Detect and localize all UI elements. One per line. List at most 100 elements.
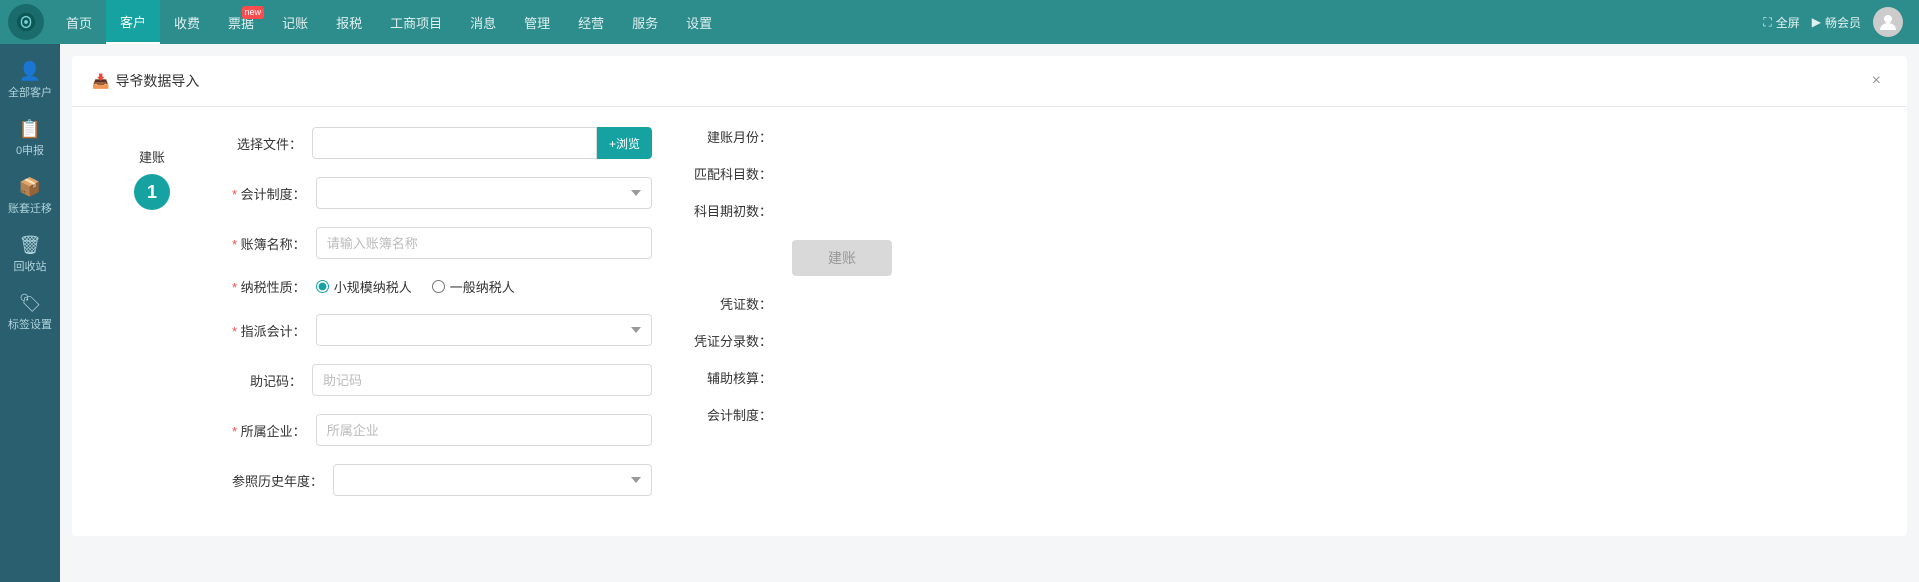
ledger-name-input[interactable] [316,227,652,259]
tax-type-small-text: 小规模纳税人 [334,277,412,296]
sidebar-icon: 👤 [19,62,41,80]
voucher-count-row: 凭证数： [692,294,992,313]
file-label: 选择文件： [232,134,312,153]
sidebar-label: 全部客户 [8,84,52,100]
nav-logo[interactable] [8,4,44,40]
sidebar-label: 标签设置 [8,316,52,332]
nav-item-票据[interactable]: 票据new [214,0,268,44]
fullscreen-label: 全屏 [1776,14,1800,31]
right-accounting-system-row: 会计制度： [692,405,992,424]
company-label: 所属企业： [232,421,316,440]
tax-type-general-label[interactable]: 一般纳税人 [432,277,515,296]
memo-code-input[interactable] [312,364,652,396]
file-row: 选择文件： +浏览 [232,127,652,159]
step-circle: 1 [134,174,170,210]
nav-item-设置[interactable]: 设置 [672,0,726,44]
panel-title-icon: 📥 [92,73,109,90]
tax-type-label: 纳税性质： [232,277,316,296]
nav-item-收费[interactable]: 收费 [160,0,214,44]
build-btn-container: 建账 [692,240,992,276]
top-nav: 首页客户收费票据new记账报税工商项目消息管理经营服务设置 ⛶ 全屏 ▶ 畅会员 [0,0,1919,44]
form-left: 选择文件： +浏览 会计制度： [232,127,652,514]
panel-title-text: 导爷数据导入 [115,71,199,91]
user-avatar[interactable] [1873,7,1903,37]
form-right: 建账月份： 匹配科目数： 科目期初数： 建账 [692,127,992,514]
accountant-row: 指派会计： [232,314,652,346]
aux-accounting-label: 辅助核算： [692,368,782,387]
build-month-label: 建账月份： [692,127,782,146]
fullscreen-btn[interactable]: ⛶ 全屏 [1763,14,1799,31]
accountant-select[interactable] [316,314,652,346]
step-label: 建账 [139,147,165,166]
tax-type-general-text: 一般纳税人 [450,277,515,296]
company-input[interactable] [316,414,652,446]
initial-subjects-label: 科目期初数： [692,201,782,220]
file-input[interactable] [312,127,597,159]
tax-type-small-radio[interactable] [316,280,329,293]
vip-icon: ▶ [1812,15,1821,29]
accountant-label: 指派会计： [232,321,316,340]
nav-item-管理[interactable]: 管理 [510,0,564,44]
memo-code-row: 助记码： [232,364,652,396]
form-area: 建账 1 选择文件： +浏览 会计制度： [72,107,1907,534]
tax-type-radio-group: 小规模纳税人 一般纳税人 [316,277,515,296]
nav-right: ⛶ 全屏 ▶ 畅会员 [1763,7,1919,37]
nav-item-经营[interactable]: 经营 [564,0,618,44]
nav-item-记账[interactable]: 记账 [268,0,322,44]
accounting-system-select[interactable] [316,177,652,209]
accounting-system-label: 会计制度： [232,184,316,203]
browse-btn[interactable]: +浏览 [597,127,652,159]
vip-label: 畅会员 [1825,14,1861,31]
match-subjects-row: 匹配科目数： [692,164,992,183]
step-section: 建账 1 [112,127,192,514]
sidebar-item-标签设置[interactable]: 🏷 标签设置 [0,284,60,342]
right-accounting-system-label: 会计制度： [692,405,782,424]
main-layout: 👤 全部客户 📋 0申报 📦 账套迁移 🗑 回收站 🏷 标签设置 📥 导爷数据导入 × 建账 1 [0,44,1919,582]
initial-subjects-row: 科目期初数： [692,201,992,220]
content-area: 📥 导爷数据导入 × 建账 1 选择文件： [60,44,1919,582]
voucher-count-label: 凭证数： [692,294,782,313]
ledger-name-row: 账簿名称： [232,227,652,259]
history-year-select[interactable] [333,464,652,496]
sidebar-item-0申报[interactable]: 📋 0申报 [0,110,60,168]
file-input-group: +浏览 [312,127,652,159]
panel-close-btn[interactable]: × [1866,70,1887,92]
panel-header: 📥 导爷数据导入 × [72,56,1907,107]
sidebar-icon: 📋 [19,120,41,138]
sidebar-item-全部客户[interactable]: 👤 全部客户 [0,52,60,110]
sidebar-label: 账套迁移 [8,200,52,216]
build-btn[interactable]: 建账 [792,240,892,276]
history-year-label: 参照历史年度： [232,471,333,490]
accounting-system-row: 会计制度： [232,177,652,209]
aux-accounting-row: 辅助核算： [692,368,992,387]
tax-type-general-radio[interactable] [432,280,445,293]
nav-item-首页[interactable]: 首页 [52,0,106,44]
sidebar-item-回收站[interactable]: 🗑 回收站 [0,226,60,284]
sidebar: 👤 全部客户 📋 0申报 📦 账套迁移 🗑 回收站 🏷 标签设置 [0,44,60,582]
sidebar-label: 0申报 [16,142,44,158]
fullscreen-icon: ⛶ [1763,15,1771,30]
sidebar-icon: 🏷 [19,294,42,312]
build-month-row: 建账月份： [692,127,992,146]
tax-type-small-label[interactable]: 小规模纳税人 [316,277,412,296]
sidebar-label: 回收站 [14,258,47,274]
sidebar-icon: 🗑 [19,236,42,254]
voucher-records-label: 凭证分录数： [692,331,782,350]
sidebar-icon: 📦 [19,178,41,196]
company-row: 所属企业： [232,414,652,446]
nav-item-消息[interactable]: 消息 [456,0,510,44]
nav-item-服务[interactable]: 服务 [618,0,672,44]
ledger-name-label: 账簿名称： [232,234,316,253]
tax-type-row: 纳税性质： 小规模纳税人 一般纳税人 [232,277,652,296]
nav-item-客户[interactable]: 客户 [106,0,160,44]
voucher-records-row: 凭证分录数： [692,331,992,350]
import-panel: 📥 导爷数据导入 × 建账 1 选择文件： [72,56,1907,536]
memo-code-label: 助记码： [232,371,312,390]
nav-item-工商项目[interactable]: 工商项目 [376,0,456,44]
vip-btn[interactable]: ▶ 畅会员 [1812,14,1861,31]
panel-title: 📥 导爷数据导入 [92,71,199,91]
nav-item-报税[interactable]: 报税 [322,0,376,44]
nav-items: 首页客户收费票据new记账报税工商项目消息管理经营服务设置 [52,0,1763,44]
history-year-row: 参照历史年度： [232,464,652,496]
sidebar-item-账套迁移[interactable]: 📦 账套迁移 [0,168,60,226]
